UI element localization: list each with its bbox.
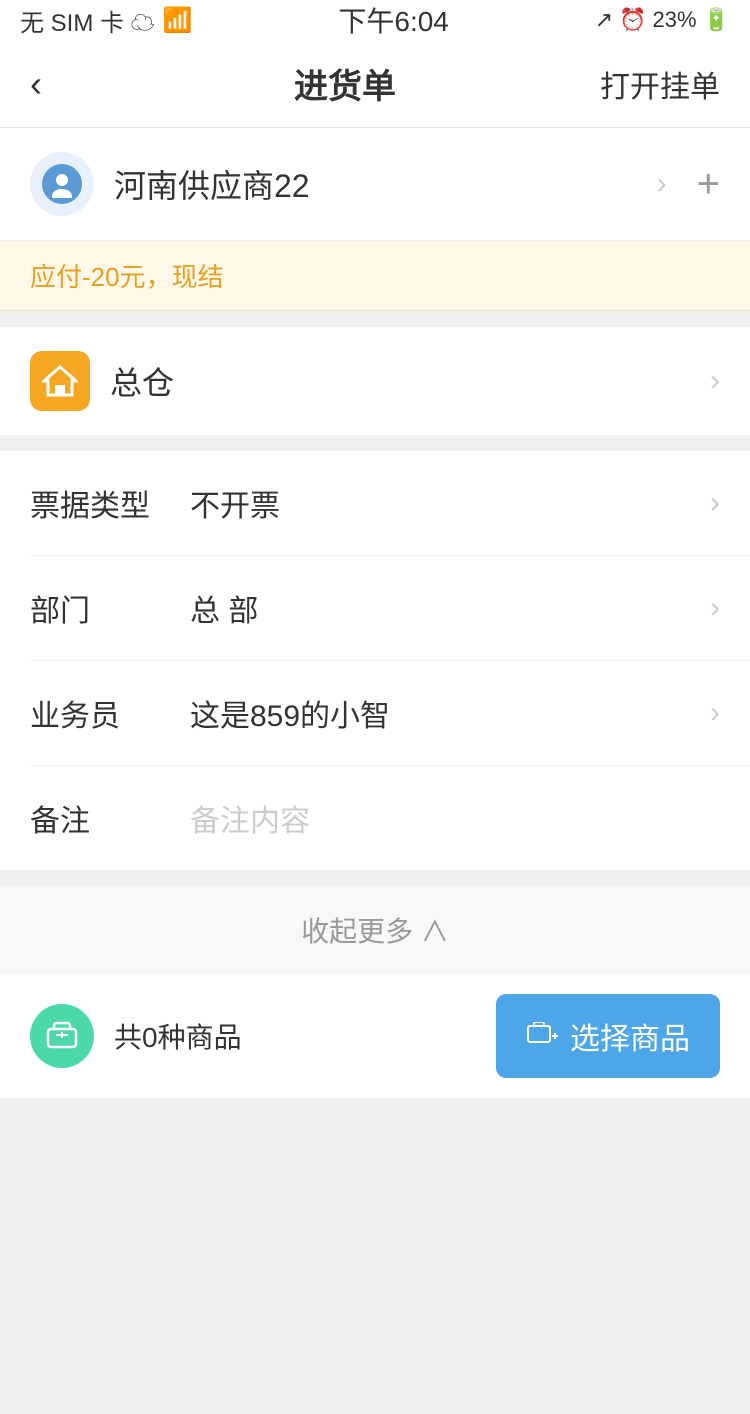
content-area: 河南供应商22 › + 应付-20元，现结 总仓 › 票据类型 不开票 [0,128,750,1414]
salesperson-value: 这是859的小智 [170,691,710,735]
warehouse-row[interactable]: 总仓 › [0,327,750,435]
salesperson-label: 业务员 [30,691,170,735]
person-icon [48,170,76,198]
supplier-actions: › + [657,162,720,207]
wifi-icon: 📶 [163,6,193,35]
status-time: 下午6:04 [338,0,449,40]
bottom-bar: 共0种商品 选择商品 [0,974,750,1098]
salesperson-chevron-icon: › [710,696,720,730]
nav-bar: ‹ 进货单 打开挂单 [0,40,750,128]
supplier-row[interactable]: 河南供应商22 › + [0,128,750,241]
collapse-button[interactable]: 收起更多 ∧ [0,886,750,974]
avatar [30,152,94,216]
department-row[interactable]: 部门 总 部 › [0,556,750,660]
status-bar: 无 SIM 卡 ☁ 📶 下午6:04 ↗ ⏰ 23% 🔋 [0,0,750,40]
open-pending-button[interactable]: 打开挂单 [600,62,720,106]
warehouse-name: 总仓 [110,358,710,404]
supplier-section: 河南供应商22 › + 应付-20元，现结 [0,128,750,311]
supplier-name: 河南供应商22 [114,161,657,207]
select-product-label: 选择商品 [570,1014,690,1058]
collapse-label: 收起更多 ∧ [301,910,449,950]
remark-row[interactable]: 备注 备注内容 [0,766,750,870]
invoice-type-label: 票据类型 [30,481,170,525]
department-value: 总 部 [170,586,710,630]
form-section: 票据类型 不开票 › 部门 总 部 › 业务员 这是859的小智 › 备注 备注… [0,451,750,870]
status-right: ↗ ⏰ 23% 🔋 [595,7,730,33]
salesperson-row[interactable]: 业务员 这是859的小智 › [0,661,750,765]
warehouse-section: 总仓 › [0,327,750,435]
invoice-type-value: 不开票 [170,481,710,525]
bottom-bar-inner: 共0种商品 选择商品 [0,974,750,1098]
status-left: 无 SIM 卡 ☁ 📶 [20,3,193,38]
notice-bar: 应付-20元，现结 [0,241,750,311]
location-icon: ↗ [595,7,613,33]
battery-text: 23% [653,7,697,33]
department-chevron-icon: › [710,591,720,625]
invoice-type-chevron-icon: › [710,486,720,520]
invoice-type-row[interactable]: 票据类型 不开票 › [0,451,750,555]
battery-icon: 🔋 [703,7,730,33]
back-button[interactable]: ‹ [30,63,90,105]
product-count: 共0种商品 [114,1016,476,1056]
cart-icon [44,1021,80,1051]
supplier-chevron-icon: › [657,167,667,201]
page-title: 进货单 [294,59,396,108]
warehouse-chevron-icon: › [710,364,720,398]
select-product-button[interactable]: 选择商品 [496,994,720,1078]
product-icon [30,1004,94,1068]
alarm-icon: ⏰ [619,7,646,33]
remark-input[interactable]: 备注内容 [170,796,720,840]
department-label: 部门 [30,586,170,630]
avatar-inner [42,164,82,204]
select-product-icon [526,1022,558,1050]
home-icon [42,365,78,397]
page-background [0,1114,750,1414]
remark-label: 备注 [30,796,170,840]
sim-text: 无 SIM 卡 ☁ [20,3,155,38]
add-supplier-button[interactable]: + [697,162,720,207]
warehouse-icon [30,351,90,411]
